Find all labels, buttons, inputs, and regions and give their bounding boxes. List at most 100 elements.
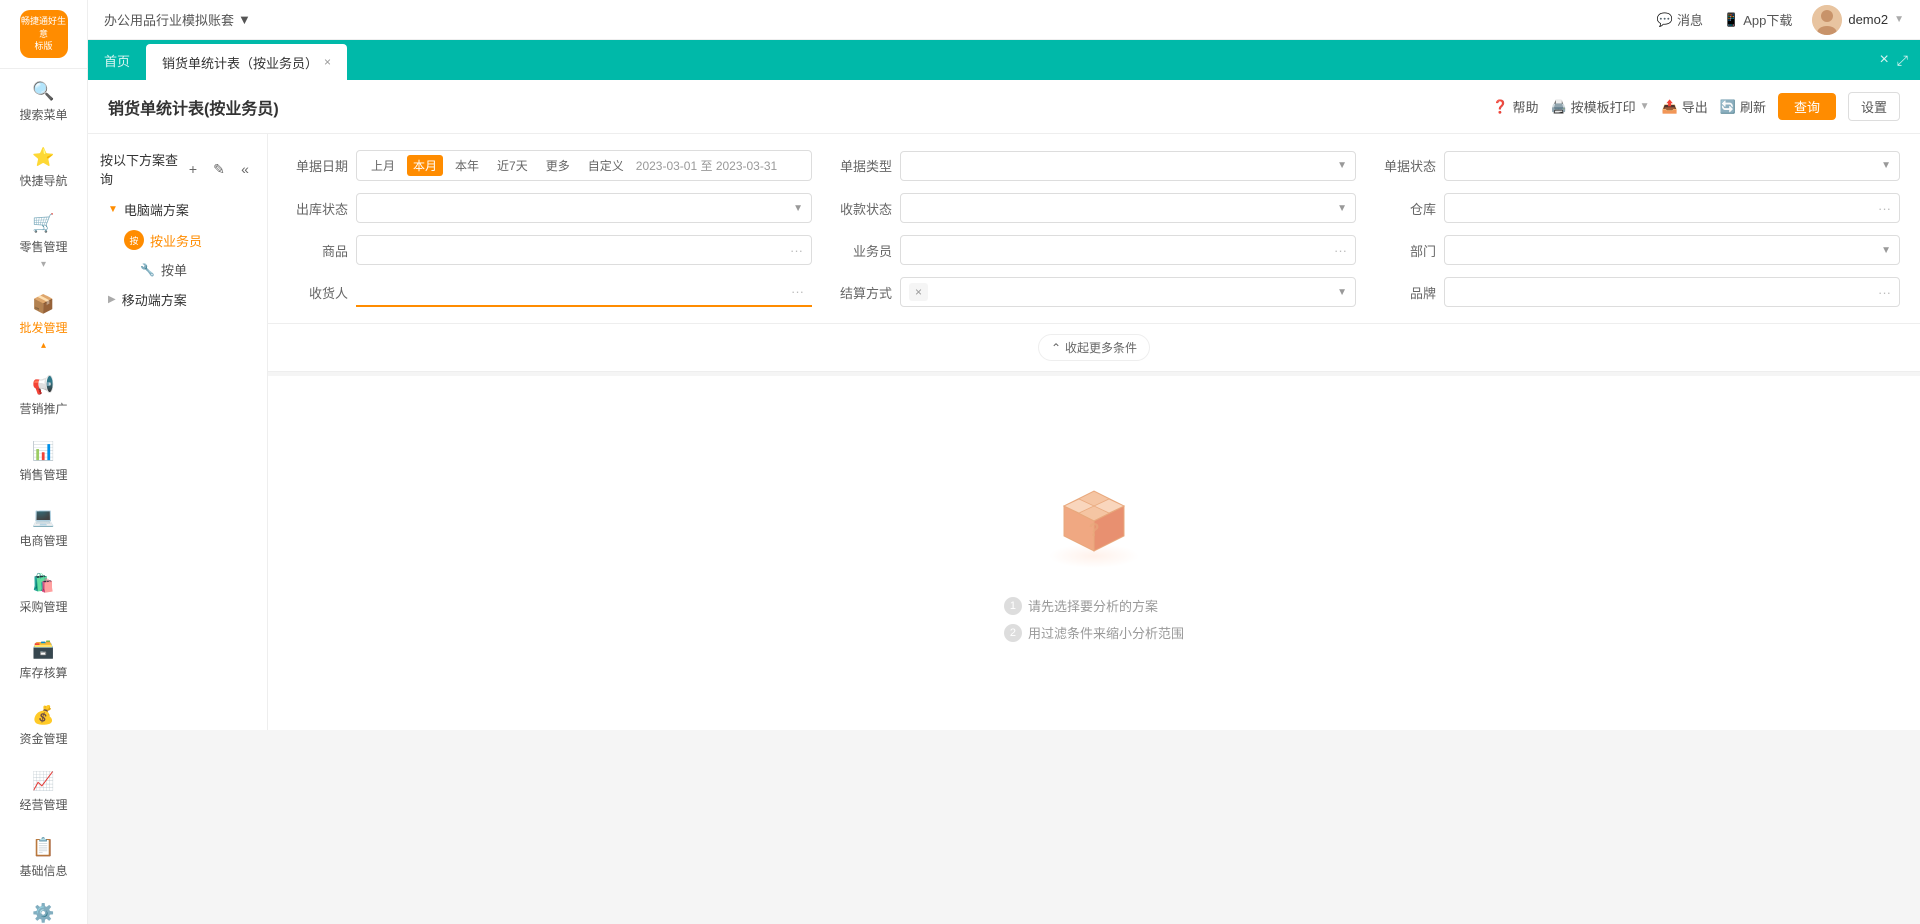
tab-sales-label: 销货单统计表（按业务员） xyxy=(162,53,318,72)
sidebar-item-finance[interactable]: 💰 资金管理 xyxy=(0,693,87,759)
settlement-select[interactable]: × ▼ xyxy=(900,277,1356,307)
expand-window-button[interactable]: ⤢ xyxy=(1897,52,1908,69)
receipt-status-select[interactable]: ▼ xyxy=(900,193,1356,223)
salesperson-label: 业务员 xyxy=(832,241,892,260)
tab-close-button[interactable]: × xyxy=(324,55,331,69)
doc-type-select[interactable]: ▼ xyxy=(900,151,1356,181)
wholesale-icon: 📦 xyxy=(32,294,54,315)
sidebar-item-inventory[interactable]: 🗃️ 库存核算 xyxy=(0,627,87,693)
workspace-selector[interactable]: 办公用品行业模拟账套 ▼ xyxy=(104,10,251,29)
message-button[interactable]: 💬 消息 xyxy=(1657,10,1703,29)
date-more[interactable]: 更多 xyxy=(540,155,576,176)
add-scheme-button[interactable]: + xyxy=(183,159,203,179)
tab-sales-report[interactable]: 销货单统计表（按业务员） × xyxy=(146,44,347,80)
template-print-label: 按模板打印 xyxy=(1571,97,1636,116)
settlement-tag-close[interactable]: × xyxy=(915,285,922,299)
sidebar-item-ecommerce[interactable]: 💻 电商管理 xyxy=(0,495,87,561)
filter-row-department: 部门 ▼ xyxy=(1376,235,1900,265)
brand-input[interactable]: ··· xyxy=(1444,277,1900,307)
chevron-up-icon: ▴ xyxy=(41,340,46,351)
warehouse-input[interactable]: ··· xyxy=(1444,193,1900,223)
empty-tip-2: 2 用过滤条件来缩小分析范围 xyxy=(1004,623,1184,642)
left-panel: 按以下方案查询 + ✎ « ▼ xyxy=(88,134,268,730)
date-last-month[interactable]: 上月 xyxy=(365,155,401,176)
settlement-arrow-icon: ▼ xyxy=(1337,287,1347,298)
tab-home[interactable]: 首页 xyxy=(88,40,146,80)
sidebar-item-operation[interactable]: 📈 经营管理 xyxy=(0,759,87,825)
warehouse-dots: ··· xyxy=(1878,201,1891,216)
refresh-label: 刷新 xyxy=(1740,97,1766,116)
sales-icon: 📊 xyxy=(32,441,54,462)
retail-icon: 🛒 xyxy=(32,213,54,234)
edit-scheme-button[interactable]: ✎ xyxy=(209,159,229,179)
tab-home-label: 首页 xyxy=(104,51,130,70)
sidebar-item-label: 资金管理 xyxy=(19,730,67,747)
sidebar-item-label: 零售管理 xyxy=(19,238,67,255)
empty-tip-1: 1 请先选择要分析的方案 xyxy=(1004,596,1184,615)
tree-arrow-right-icon: ▶ xyxy=(108,294,116,305)
refresh-button[interactable]: 🔄 刷新 xyxy=(1720,97,1766,116)
sidebar-item-basic[interactable]: 📋 基础信息 xyxy=(0,825,87,891)
sidebar-item-label: 营销推广 xyxy=(19,400,67,417)
user-area[interactable]: demo2 ▼ xyxy=(1812,5,1904,35)
sidebar-item-marketing[interactable]: 📢 营销推广 xyxy=(0,363,87,429)
date-7days[interactable]: 近7天 xyxy=(491,155,534,176)
close-window-button[interactable]: × xyxy=(1879,51,1888,69)
edit-icon: ✎ xyxy=(213,161,225,178)
sidebar-item-purchase[interactable]: 🛍️ 采购管理 xyxy=(0,561,87,627)
receiver-dots: ··· xyxy=(791,284,804,299)
salesperson-icon: 按 xyxy=(124,230,144,250)
sidebar-item-sales[interactable]: 📊 销售管理 xyxy=(0,429,87,495)
sidebar-item-label: 快捷导航 xyxy=(19,172,67,189)
filter-row-doc-type: 单据类型 ▼ xyxy=(832,150,1356,181)
tree-child-label: 按业务员 xyxy=(150,231,202,250)
search-icon: 🔍 xyxy=(32,81,54,102)
sidebar-item-label: 基础信息 xyxy=(19,862,67,879)
department-select[interactable]: ▼ xyxy=(1444,235,1900,265)
logo-area: 畅捷通好生意 标版 xyxy=(0,0,87,69)
body-layout: 按以下方案查询 + ✎ « ▼ xyxy=(88,134,1920,730)
page-actions: ❓ 帮助 🖨️ 按模板打印 ▼ 📤 导出 🔄 刷新 查询 xyxy=(1492,92,1900,121)
receiver-input[interactable]: ··· xyxy=(356,277,812,307)
collapse-panel-button[interactable]: « xyxy=(235,159,255,179)
template-print-button[interactable]: 🖨️ 按模板打印 ▼ xyxy=(1550,97,1649,116)
sidebar-menu: 🔍 搜索菜单 ⭐ 快捷导航 🛒 零售管理 ▾ 📦 批发管理 ▴ 📢 营销推广 📊… xyxy=(0,69,87,924)
tree-item-mobile[interactable]: ▶ 移动端方案 xyxy=(88,284,267,315)
tree-child-salesperson[interactable]: 按 按业务员 xyxy=(88,225,267,255)
system-icon: ⚙️ xyxy=(32,903,54,924)
topbar: 办公用品行业模拟账套 ▼ 💬 消息 📱 App下载 demo2 ▼ xyxy=(88,0,1920,40)
filter-row-doc-status: 单据状态 ▼ xyxy=(1376,150,1900,181)
salesperson-input[interactable]: ··· xyxy=(900,235,1356,265)
export-button[interactable]: 📤 导出 xyxy=(1662,97,1708,116)
operation-icon: 📈 xyxy=(32,771,54,792)
doc-status-select[interactable]: ▼ xyxy=(1444,151,1900,181)
date-this-month[interactable]: 本月 xyxy=(407,155,443,176)
sidebar-item-retail[interactable]: 🛒 零售管理 ▾ xyxy=(0,201,87,282)
product-input[interactable]: ··· xyxy=(356,235,812,265)
help-label: 帮助 xyxy=(1512,97,1538,116)
filter-row-out-status: 出库状态 ▼ xyxy=(288,193,812,223)
sidebar-item-label: 销售管理 xyxy=(19,466,67,483)
settings-button[interactable]: 设置 xyxy=(1848,92,1900,121)
chevron-up-icon: ⌃ xyxy=(1051,341,1061,355)
sidebar-item-system[interactable]: ⚙️ 系统管理 xyxy=(0,891,87,924)
out-status-select[interactable]: ▼ xyxy=(356,193,812,223)
warehouse-label: 仓库 xyxy=(1376,199,1436,218)
tree-item-pc[interactable]: ▼ 电脑端方案 xyxy=(88,194,267,225)
sidebar-item-quick[interactable]: ⭐ 快捷导航 xyxy=(0,135,87,201)
department-arrow-icon: ▼ xyxy=(1881,245,1891,256)
help-button[interactable]: ❓ 帮助 xyxy=(1492,97,1538,116)
app-download-button[interactable]: 📱 App下载 xyxy=(1723,10,1792,29)
out-status-arrow-icon: ▼ xyxy=(793,203,803,214)
date-custom[interactable]: 自定义 xyxy=(582,155,630,176)
collapse-button[interactable]: ⌃ 收起更多条件 xyxy=(1038,334,1150,361)
sidebar-item-search[interactable]: 🔍 搜索菜单 xyxy=(0,69,87,135)
tree-subchild-order[interactable]: 🔧 按单 xyxy=(88,255,267,284)
sidebar-item-wholesale[interactable]: 📦 批发管理 ▴ xyxy=(0,282,87,363)
department-label: 部门 xyxy=(1376,241,1436,260)
receipt-status-arrow-icon: ▼ xyxy=(1337,203,1347,214)
download-icon: 📱 xyxy=(1723,12,1739,28)
date-filter[interactable]: 上月 本月 本年 近7天 更多 自定义 2023-03-01 至 2023-03… xyxy=(356,150,812,181)
date-this-year[interactable]: 本年 xyxy=(449,155,485,176)
query-button[interactable]: 查询 xyxy=(1778,93,1836,120)
